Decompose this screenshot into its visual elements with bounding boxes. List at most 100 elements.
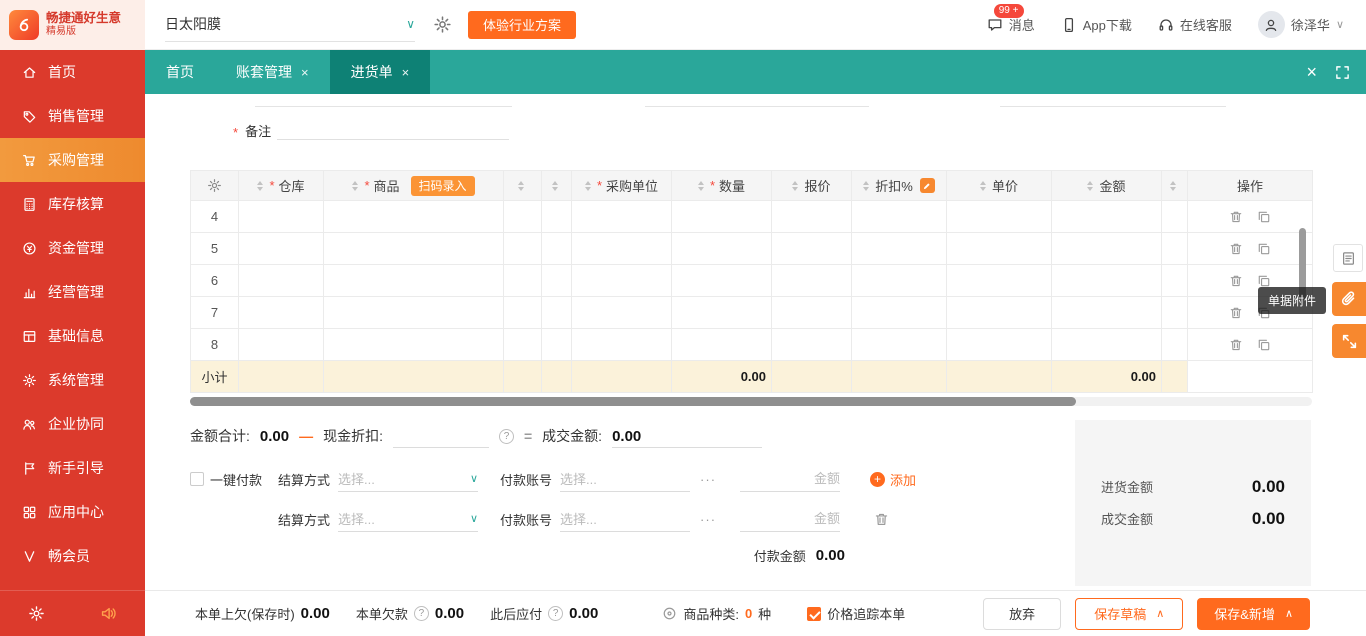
account-selector[interactable]: 日太阳膜 ∨ [165,8,415,42]
cell-price[interactable] [946,232,1052,265]
delete-row-icon[interactable] [1229,210,1243,224]
copy-row-icon[interactable] [1257,242,1271,256]
cell-price[interactable] [946,296,1052,329]
cell-qty[interactable] [671,232,772,265]
cell-unit[interactable] [571,264,672,297]
cell-amount[interactable] [1051,232,1162,265]
cell-price[interactable] [946,200,1052,233]
sidebar-item-system[interactable]: 系统管理 [0,358,145,402]
sort-handle[interactable] [863,180,870,191]
col-header-aux3[interactable] [1161,170,1188,201]
settle-method-select[interactable]: 选择... ∨ [338,506,479,532]
help-question-icon[interactable]: ? [413,606,429,621]
cell-amount[interactable] [1051,264,1162,297]
tab-purchase-order[interactable]: 进货单 × [329,50,431,94]
cell-product[interactable] [323,296,504,329]
cell-warehouse[interactable] [238,200,324,233]
ellipsis-icon[interactable]: ··· [700,472,716,487]
sort-handle[interactable] [697,180,704,191]
cell-qty[interactable] [671,264,772,297]
cell-aux1[interactable] [503,328,542,361]
remark-input[interactable] [277,118,510,140]
sidebar-item-member[interactable]: 畅会员 [0,534,145,578]
sort-handle[interactable] [584,180,591,191]
copy-row-icon[interactable] [1257,338,1271,352]
sidebar-item-purchase[interactable]: 采购管理 [0,138,145,182]
sidebar-item-sales[interactable]: 销售管理 [0,94,145,138]
fullscreen-icon[interactable] [1335,65,1350,80]
cell-amount[interactable] [1051,296,1162,329]
online-support-button[interactable]: 在线客服 [1158,15,1232,34]
sort-handle[interactable] [257,180,264,191]
delete-row-icon[interactable] [1229,338,1243,352]
col-header-aux1[interactable] [503,170,542,201]
cell-unit[interactable] [571,232,672,265]
pay-account-select[interactable]: 选择... [560,466,691,492]
delete-payment-row-icon[interactable] [874,512,889,527]
cell-quote[interactable] [771,232,852,265]
sidebar-item-operations[interactable]: 经营管理 [0,270,145,314]
col-header-qty[interactable]: * 数量 [671,170,772,201]
cell-aux2[interactable] [541,264,572,297]
col-header-price[interactable]: 单价 [946,170,1052,201]
col-header-amount[interactable]: 金额 [1051,170,1162,201]
tab-account-mgmt[interactable]: 账套管理 × [215,50,330,94]
cell-warehouse[interactable] [238,296,324,329]
help-question-icon[interactable]: ? [498,428,514,444]
cell-discount[interactable] [851,264,947,297]
delete-row-icon[interactable] [1229,242,1243,256]
cell-aux2[interactable] [541,200,572,233]
cell-qty[interactable] [671,328,772,361]
cell-qty[interactable] [671,200,772,233]
delete-row-icon[interactable] [1229,274,1243,288]
save-and-new-button[interactable]: 保存&新增 ∧ [1197,597,1310,630]
col-header-aux2[interactable] [541,170,572,201]
ellipsis-icon[interactable]: ··· [700,512,716,527]
cell-aux2[interactable] [541,296,572,329]
cell-product[interactable] [323,200,504,233]
cell-aux1[interactable] [503,200,542,233]
notes-side-button[interactable] [1333,244,1363,272]
cell-quote[interactable] [771,296,852,329]
delete-row-icon[interactable] [1229,306,1243,320]
attachment-side-button[interactable] [1332,282,1366,316]
form-field-partial-1[interactable] [255,94,512,107]
pay-amount-input[interactable] [740,506,841,532]
cell-discount[interactable] [851,328,947,361]
form-field-partial-3[interactable] [1000,94,1226,107]
sort-handle[interactable] [1170,180,1176,191]
cell-qty[interactable] [671,296,772,329]
cell-warehouse[interactable] [238,328,324,361]
scrollbar-thumb[interactable] [190,397,1076,406]
cell-price[interactable] [946,264,1052,297]
sidebar-item-guide[interactable]: 新手引导 [0,446,145,490]
sidebar-item-collaboration[interactable]: 企业协同 [0,402,145,446]
col-header-warehouse[interactable]: * 仓库 [238,170,324,201]
cell-quote[interactable] [771,328,852,361]
pay-account-select[interactable]: 选择... [560,506,691,532]
settle-method-select[interactable]: 选择... ∨ [338,466,479,492]
cell-aux2[interactable] [541,328,572,361]
sidebar-item-app-center[interactable]: 应用中心 [0,490,145,534]
sort-handle[interactable] [552,180,558,191]
sidebar-sound-button[interactable] [100,605,117,622]
sidebar-settings-gear-button[interactable] [28,605,45,622]
close-tab-icon[interactable]: × [402,65,410,80]
messages-button[interactable]: 99 + 消息 [987,4,1035,34]
sort-handle[interactable] [352,180,359,191]
expand-side-button[interactable] [1332,324,1366,358]
copy-row-icon[interactable] [1257,210,1271,224]
price-track-checkbox[interactable] [807,606,822,621]
cell-unit[interactable] [571,200,672,233]
column-settings-header[interactable] [190,170,239,201]
sidebar-item-base-info[interactable]: 基础信息 [0,314,145,358]
sort-handle[interactable] [979,180,986,191]
sort-handle[interactable] [1087,180,1094,191]
trial-plan-button[interactable]: 体验行业方案 [468,10,577,39]
sidebar-item-inventory[interactable]: 库存核算 [0,182,145,226]
tab-home[interactable]: 首页 [145,50,215,94]
cell-quote[interactable] [771,200,852,233]
cell-discount[interactable] [851,232,947,265]
cell-aux1[interactable] [503,232,542,265]
sort-handle[interactable] [518,180,524,191]
